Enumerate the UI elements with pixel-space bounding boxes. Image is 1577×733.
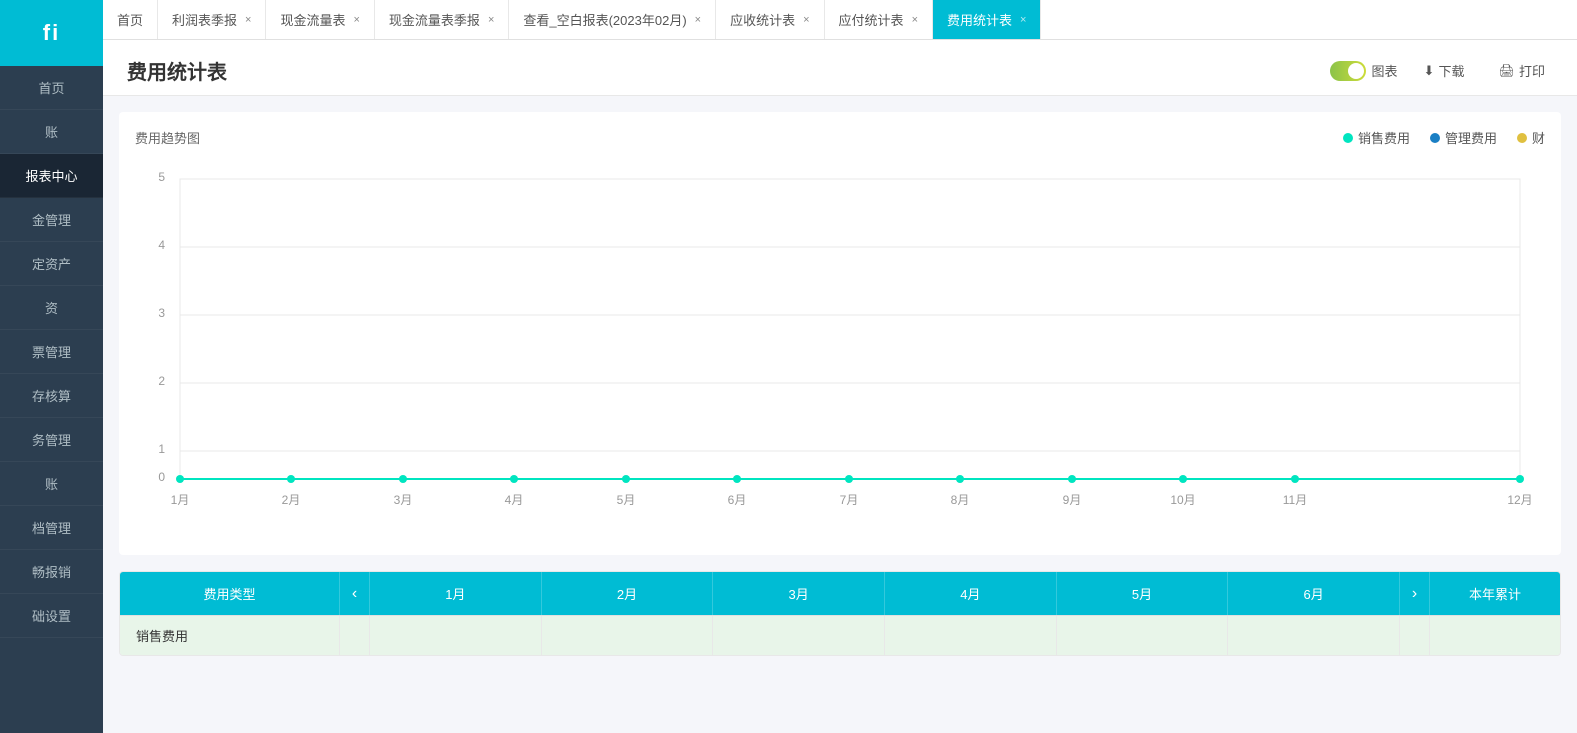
tab-close-receivable[interactable]: × <box>803 14 809 26</box>
svg-text:5月: 5月 <box>617 493 636 507</box>
th-prev-arrow[interactable]: ‹ <box>340 572 370 615</box>
tab-close-profit-quarterly[interactable]: × <box>245 14 251 26</box>
print-icon: 🖨 <box>1498 63 1515 79</box>
chart-toggle-wrap: 图表 <box>1330 61 1398 81</box>
tab-close-expense[interactable]: × <box>1020 14 1026 26</box>
sidebar-item-account[interactable]: 账 <box>0 462 103 506</box>
svg-text:1: 1 <box>158 442 165 456</box>
td-m1 <box>370 616 542 655</box>
tab-home[interactable]: 首页 <box>103 0 158 39</box>
tab-cashflow[interactable]: 现金流量表 × <box>266 0 374 39</box>
legend-label-sales: 销售费用 <box>1358 128 1410 147</box>
th-next-arrow[interactable]: › <box>1400 572 1430 615</box>
page-header: 费用统计表 图表 ⬇ 下载 🖨 打印 <box>103 40 1577 96</box>
svg-text:2月: 2月 <box>282 493 301 507</box>
td-m6 <box>1228 616 1400 655</box>
sidebar-item-service[interactable]: 务管理 <box>0 418 103 462</box>
sidebar-item-settings[interactable]: 础设置 <box>0 594 103 638</box>
content-area: 费用统计表 图表 ⬇ 下载 🖨 打印 费用趋势图 <box>103 40 1577 733</box>
chart-toggle-label: 图表 <box>1372 61 1398 80</box>
chart-section: 费用趋势图 销售费用 管理费用 财 <box>119 112 1561 555</box>
legend-dot-admin <box>1430 133 1440 143</box>
tab-close-cashflow-quarterly[interactable]: × <box>488 14 494 26</box>
svg-text:8月: 8月 <box>951 493 970 507</box>
chart-legend: 销售费用 管理费用 财 <box>1343 128 1545 147</box>
chart-title: 费用趋势图 <box>135 128 200 147</box>
tab-close-cashflow[interactable]: × <box>353 14 359 26</box>
legend-label-admin: 管理费用 <box>1445 128 1497 147</box>
svg-text:7月: 7月 <box>840 493 859 507</box>
svg-text:12月: 12月 <box>1507 493 1532 507</box>
main-area: 首页 利润表季报 × 现金流量表 × 现金流量表季报 × 查看_空白报表(202… <box>103 0 1577 733</box>
tab-profit-quarterly[interactable]: 利润表季报 × <box>158 0 266 39</box>
svg-text:10月: 10月 <box>1170 493 1195 507</box>
td-m5 <box>1057 616 1229 655</box>
chart-canvas: 5 4 3 2 1 0 <box>135 159 1545 539</box>
legend-dot-sales <box>1343 133 1353 143</box>
td-m2 <box>542 616 714 655</box>
sidebar-item-cash[interactable]: 金管理 <box>0 198 103 242</box>
td-nav2 <box>1400 616 1430 655</box>
svg-text:4月: 4月 <box>505 493 524 507</box>
tab-expense[interactable]: 费用统计表 × <box>933 0 1041 39</box>
chart-header: 费用趋势图 销售费用 管理费用 财 <box>135 128 1545 147</box>
td-m3 <box>713 616 885 655</box>
th-month2: 2月 <box>542 572 714 615</box>
td-m4 <box>885 616 1057 655</box>
td-type: 销售费用 <box>120 616 340 655</box>
expense-table: 费用类型 ‹ 1月 2月 3月 4月 5月 6月 <box>119 571 1561 656</box>
th-month6: 6月 <box>1228 572 1400 615</box>
table-header-row: 费用类型 ‹ 1月 2月 3月 4月 5月 6月 <box>120 572 1560 615</box>
chart-toggle[interactable] <box>1330 61 1366 81</box>
download-button[interactable]: ⬇ 下载 <box>1416 57 1473 84</box>
svg-text:1月: 1月 <box>171 493 190 507</box>
tab-bar: 首页 利润表季报 × 现金流量表 × 现金流量表季报 × 查看_空白报表(202… <box>103 0 1577 40</box>
tab-close-payable[interactable]: × <box>912 14 918 26</box>
svg-text:3: 3 <box>158 306 165 320</box>
app-logo: fi <box>0 0 103 66</box>
download-icon: ⬇ <box>1424 63 1435 79</box>
sidebar-item-home[interactable]: 首页 <box>0 66 103 110</box>
tab-receivable[interactable]: 应收统计表 × <box>716 0 824 39</box>
td-nav <box>340 616 370 655</box>
svg-text:9月: 9月 <box>1063 493 1082 507</box>
svg-text:6月: 6月 <box>728 493 747 507</box>
sidebar-item-archive[interactable]: 档管理 <box>0 506 103 550</box>
svg-text:2: 2 <box>158 374 165 388</box>
svg-text:4: 4 <box>158 238 165 252</box>
legend-label-finance: 财 <box>1532 128 1545 147</box>
sidebar: fi 首页 账 报表中心 金管理 定资产 资 票管理 存核算 务管理 账 档管理… <box>0 0 103 733</box>
tab-cashflow-quarterly[interactable]: 现金流量表季报 × <box>375 0 509 39</box>
th-month5: 5月 <box>1057 572 1229 615</box>
sidebar-item-reimbursement[interactable]: 畅报销 <box>0 550 103 594</box>
legend-finance: 财 <box>1517 128 1545 147</box>
sidebar-item-invoice[interactable]: 票管理 <box>0 330 103 374</box>
legend-admin: 管理费用 <box>1430 128 1497 147</box>
th-month4: 4月 <box>885 572 1057 615</box>
svg-text:11月: 11月 <box>1283 493 1307 507</box>
print-button[interactable]: 🖨 打印 <box>1490 57 1553 84</box>
th-month3: 3月 <box>713 572 885 615</box>
td-ytd <box>1430 616 1560 655</box>
tab-close-blank-report[interactable]: × <box>695 14 701 26</box>
sidebar-item-assets[interactable]: 定资产 <box>0 242 103 286</box>
tab-payable[interactable]: 应付统计表 × <box>825 0 933 39</box>
th-type: 费用类型 <box>120 572 340 615</box>
sidebar-item-ledger[interactable]: 账 <box>0 110 103 154</box>
table-row: 销售费用 <box>120 615 1560 655</box>
header-actions: 图表 ⬇ 下载 🖨 打印 <box>1330 57 1553 84</box>
th-ytd: 本年累计 <box>1430 572 1560 615</box>
legend-sales: 销售费用 <box>1343 128 1410 147</box>
sidebar-item-salary[interactable]: 资 <box>0 286 103 330</box>
sidebar-item-inventory[interactable]: 存核算 <box>0 374 103 418</box>
svg-text:3月: 3月 <box>394 493 413 507</box>
th-month1: 1月 <box>370 572 542 615</box>
page-title: 费用统计表 <box>127 56 227 85</box>
tab-blank-report[interactable]: 查看_空白报表(2023年02月) × <box>509 0 716 39</box>
legend-dot-finance <box>1517 133 1527 143</box>
sidebar-item-reports[interactable]: 报表中心 <box>0 154 103 198</box>
svg-text:5: 5 <box>158 170 165 184</box>
svg-text:0: 0 <box>158 470 165 484</box>
